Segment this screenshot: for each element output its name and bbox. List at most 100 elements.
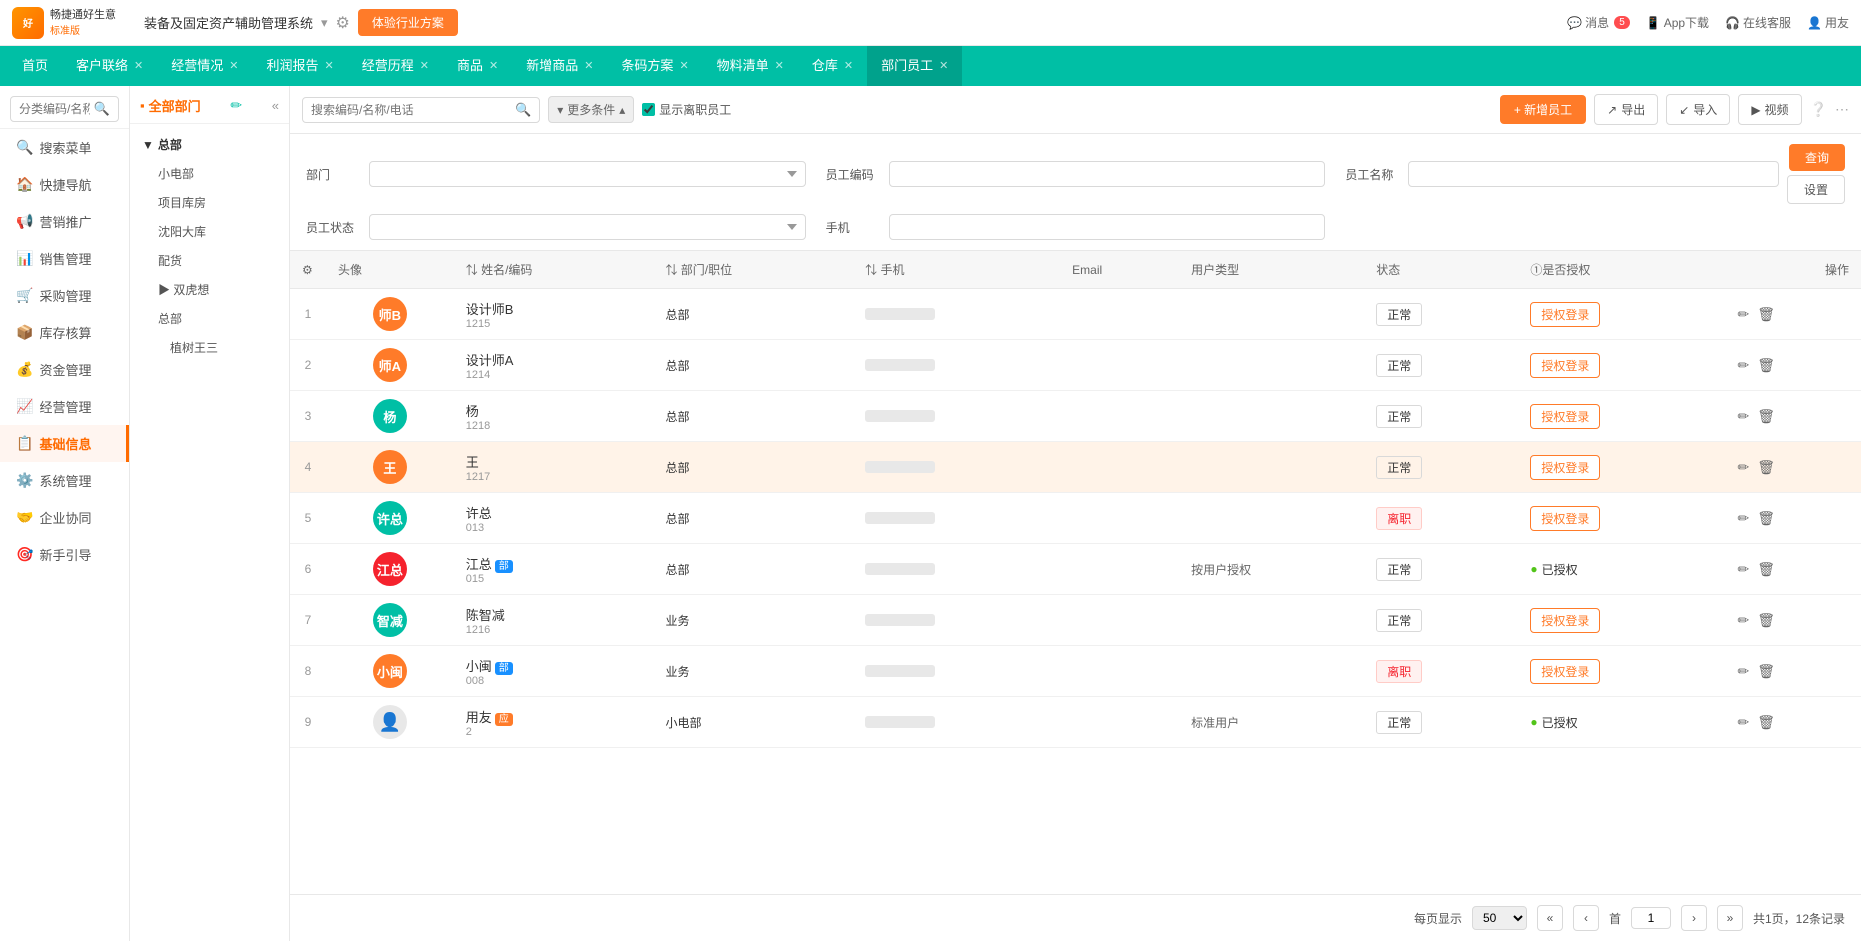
page-size-select[interactable]: 50 20 100 xyxy=(1472,906,1527,930)
nav-close-经营情况[interactable]: ✕ xyxy=(229,46,238,86)
td-auth[interactable]: ●已授权 xyxy=(1518,697,1725,748)
auth-btn[interactable]: 授权登录 xyxy=(1530,302,1600,327)
sidebar-item-销售管理[interactable]: 📊销售管理 xyxy=(0,240,129,277)
filter-status-select[interactable] xyxy=(369,214,806,240)
first-page-btn[interactable]: « xyxy=(1537,905,1563,931)
th-settings[interactable]: ⚙ xyxy=(290,251,326,289)
nav-item-利润报告[interactable]: 利润报告✕ xyxy=(252,46,347,86)
dept-node-小电部[interactable]: 小电部 xyxy=(130,159,289,188)
delete-btn[interactable]: 🗑 xyxy=(1757,714,1775,731)
search-input[interactable] xyxy=(311,103,511,117)
nav-item-新增商品[interactable]: 新增商品✕ xyxy=(512,46,607,86)
td-auth[interactable]: 授权登录 xyxy=(1518,646,1725,697)
auth-btn[interactable]: 授权登录 xyxy=(1530,353,1600,378)
delete-btn[interactable]: 🗑 xyxy=(1757,612,1775,629)
edit-btn[interactable]: ✏ xyxy=(1737,306,1749,323)
nav-item-经营历程[interactable]: 经营历程✕ xyxy=(348,46,443,86)
reset-button[interactable]: 设置 xyxy=(1787,175,1845,204)
delete-btn[interactable]: 🗑 xyxy=(1757,459,1775,476)
filter-dept-select[interactable] xyxy=(369,161,806,187)
sidebar-item-企业协同[interactable]: 🤝企业协同 xyxy=(0,499,129,536)
delete-btn[interactable]: 🗑 xyxy=(1757,510,1775,527)
user-btn[interactable]: 👤 用友 xyxy=(1807,14,1849,31)
page-input[interactable] xyxy=(1631,907,1671,929)
show-resign-label[interactable]: 显示离职员工 xyxy=(642,101,731,118)
nav-close-商品[interactable]: ✕ xyxy=(489,46,498,86)
nav-close-部门员工[interactable]: ✕ xyxy=(939,46,948,86)
nav-close-新增商品[interactable]: ✕ xyxy=(584,46,593,86)
nav-close-物料清单[interactable]: ✕ xyxy=(775,46,784,86)
filter-phone-input[interactable] xyxy=(889,214,1326,240)
filter-btn[interactable]: ▾ 更多条件 ▴ xyxy=(548,96,634,123)
sidebar-item-库存核算[interactable]: 📦库存核算 xyxy=(0,314,129,351)
nav-item-仓库[interactable]: 仓库✕ xyxy=(798,46,867,86)
dept-node-植树王三[interactable]: 植树王三 xyxy=(130,333,289,362)
td-auth[interactable]: ●已授权 xyxy=(1518,544,1725,595)
sidebar-search-box[interactable]: 🔍 xyxy=(10,96,119,122)
delete-btn[interactable]: 🗑 xyxy=(1757,306,1775,323)
nav-close-经营历程[interactable]: ✕ xyxy=(420,46,429,86)
show-resign-checkbox[interactable] xyxy=(642,103,655,116)
edit-btn[interactable]: ✏ xyxy=(1737,357,1749,374)
nav-close-利润报告[interactable]: ✕ xyxy=(325,46,334,86)
import-button[interactable]: ↙ 导入 xyxy=(1666,94,1730,125)
sidebar-item-搜索菜单[interactable]: 🔍搜索菜单 xyxy=(0,129,129,166)
nav-item-首页[interactable]: 首页 xyxy=(8,46,62,86)
dept-node-沈阳大库[interactable]: 沈阳大库 xyxy=(130,217,289,246)
sidebar-item-基础信息[interactable]: 📋基础信息 xyxy=(0,425,129,462)
edit-btn[interactable]: ✏ xyxy=(1737,459,1749,476)
td-auth[interactable]: 授权登录 xyxy=(1518,391,1725,442)
sidebar-item-资金管理[interactable]: 💰资金管理 xyxy=(0,351,129,388)
dept-node-项目库房[interactable]: 项目库房 xyxy=(130,188,289,217)
help-icon[interactable]: ❔ xyxy=(1810,101,1827,118)
td-auth[interactable]: 授权登录 xyxy=(1518,595,1725,646)
nav-close-仓库[interactable]: ✕ xyxy=(844,46,853,86)
td-auth[interactable]: 授权登录 xyxy=(1518,493,1725,544)
td-auth[interactable]: 授权登录 xyxy=(1518,340,1725,391)
export-button[interactable]: ↗ 导出 xyxy=(1594,94,1658,125)
dept-node-配货[interactable]: 配货 xyxy=(130,246,289,275)
auth-btn[interactable]: 授权登录 xyxy=(1530,404,1600,429)
edit-btn[interactable]: ✏ xyxy=(1737,714,1749,731)
edit-btn[interactable]: ✏ xyxy=(1737,663,1749,680)
message-btn[interactable]: 💬 消息 5 xyxy=(1567,14,1630,31)
delete-btn[interactable]: 🗑 xyxy=(1757,408,1775,425)
nav-item-条码方案[interactable]: 条码方案✕ xyxy=(607,46,702,86)
sidebar-item-经营管理[interactable]: 📈经营管理 xyxy=(0,388,129,425)
nav-item-经营情况[interactable]: 经营情况✕ xyxy=(157,46,252,86)
nav-item-商品[interactable]: 商品✕ xyxy=(443,46,512,86)
edit-btn[interactable]: ✏ xyxy=(1737,612,1749,629)
sidebar-item-系统管理[interactable]: ⚙️系统管理 xyxy=(0,462,129,499)
edit-btn[interactable]: ✏ xyxy=(1737,510,1749,527)
dept-node-总部[interactable]: ▼ 总部 xyxy=(130,130,289,159)
delete-btn[interactable]: 🗑 xyxy=(1757,357,1775,374)
auth-btn[interactable]: 授权登录 xyxy=(1530,455,1600,480)
dept-collapse-icon[interactable]: « xyxy=(272,98,279,113)
th-phone[interactable]: ⇅ 手机 xyxy=(853,251,1060,289)
sidebar-item-营销推广[interactable]: 📢营销推广 xyxy=(0,203,129,240)
dropdown-icon[interactable]: ▾ xyxy=(321,15,328,31)
nav-close-条码方案[interactable]: ✕ xyxy=(679,46,688,86)
auth-btn[interactable]: 授权登录 xyxy=(1530,608,1600,633)
more-icon[interactable]: ⋯ xyxy=(1835,101,1849,118)
auth-btn[interactable]: 授权登录 xyxy=(1530,506,1600,531)
filter-empname-input[interactable] xyxy=(1408,161,1779,187)
view-button[interactable]: ▶ 视频 xyxy=(1738,94,1801,125)
edit-btn[interactable]: ✏ xyxy=(1737,408,1749,425)
nav-item-部门员工[interactable]: 部门员工✕ xyxy=(867,46,962,86)
dept-edit-icon[interactable]: ✏ xyxy=(230,97,242,114)
filter-empcode-input[interactable] xyxy=(889,161,1326,187)
last-page-btn[interactable]: » xyxy=(1717,905,1743,931)
edit-btn[interactable]: ✏ xyxy=(1737,561,1749,578)
sidebar-item-新手引导[interactable]: 🎯新手引导 xyxy=(0,536,129,573)
sidebar-item-采购管理[interactable]: 🛒采购管理 xyxy=(0,277,129,314)
sidebar-item-快捷导航[interactable]: 🏠快捷导航 xyxy=(0,166,129,203)
settings-icon[interactable]: ⚙ xyxy=(336,13,350,33)
sidebar-search-input[interactable] xyxy=(19,102,90,116)
td-auth[interactable]: 授权登录 xyxy=(1518,442,1725,493)
prev-page-btn[interactable]: ‹ xyxy=(1573,905,1599,931)
dept-node-总部[interactable]: 总部 xyxy=(130,304,289,333)
trial-btn[interactable]: 体验行业方案 xyxy=(358,9,458,36)
add-employee-button[interactable]: + 新增员工 xyxy=(1500,95,1586,124)
query-button[interactable]: 查询 xyxy=(1789,144,1845,171)
